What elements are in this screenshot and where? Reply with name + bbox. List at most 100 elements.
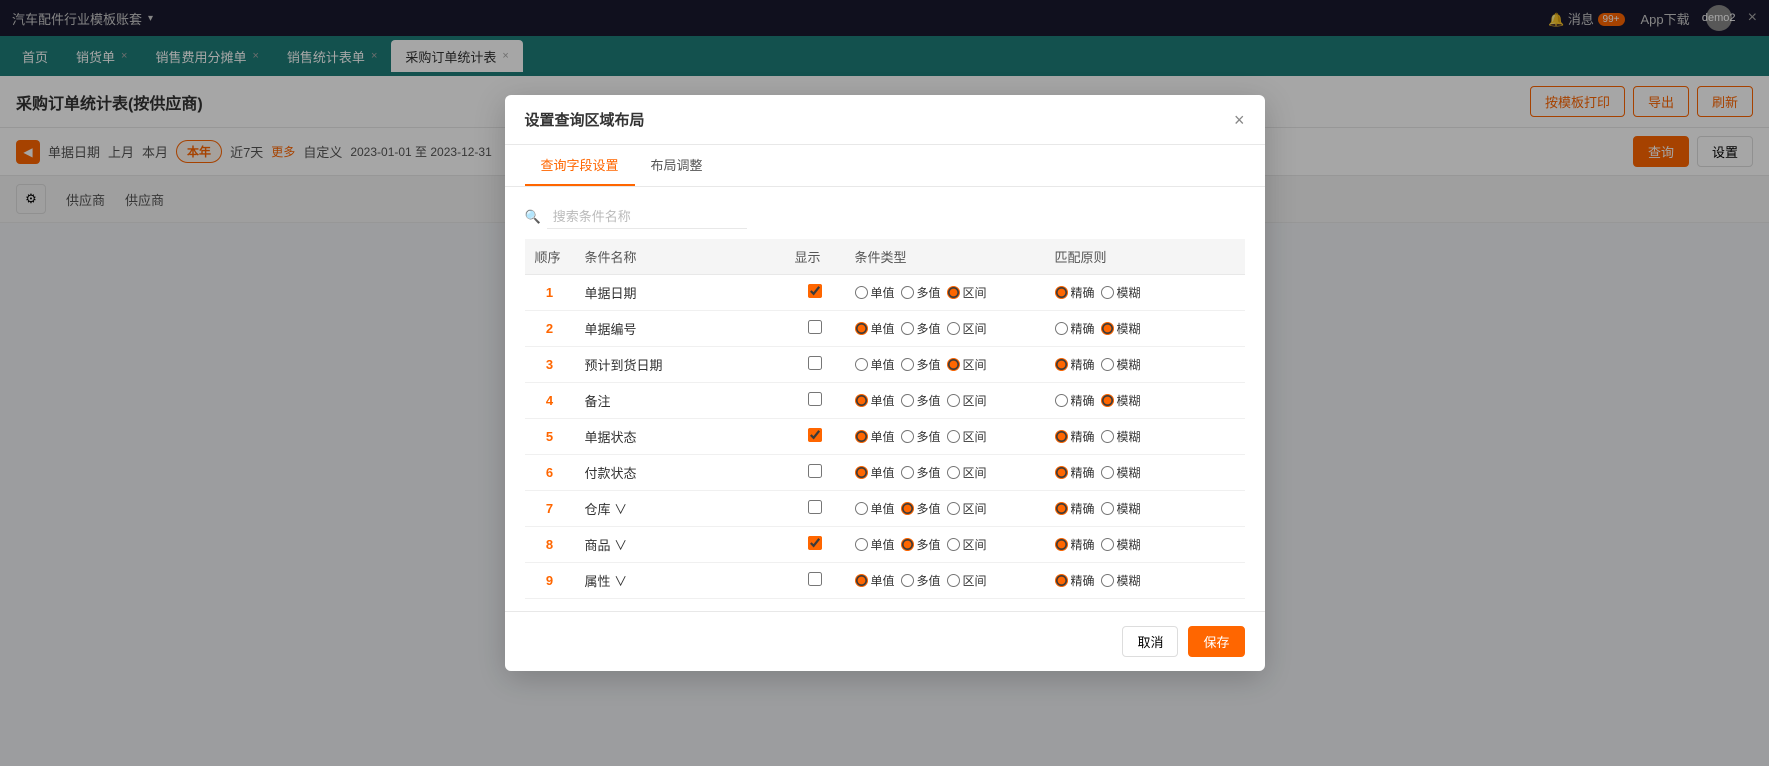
display-checkbox[interactable] <box>808 428 822 442</box>
row-match: 精确模糊 <box>1045 599 1245 600</box>
modal: 设置查询区域布局 × 查询字段设置 布局调整 🔍 <box>505 95 1265 671</box>
match-radio-match_exact[interactable]: 精确 <box>1055 320 1095 337</box>
row-display <box>785 275 845 311</box>
th-type: 条件类型 <box>845 239 1045 275</box>
match-radio-match_fuzzy[interactable]: 模糊 <box>1101 356 1141 373</box>
match-radio-match_exact[interactable]: 精确 <box>1055 500 1095 517</box>
table-row: 10有无商品图片单值多值区间精确模糊 <box>525 599 1245 600</box>
modal-title: 设置查询区域布局 <box>525 109 645 130</box>
type-radio-type_range[interactable]: 区间 <box>947 392 987 409</box>
match-radio-match_fuzzy[interactable]: 模糊 <box>1101 392 1141 409</box>
search-input[interactable] <box>547 205 747 229</box>
row-display <box>785 311 845 347</box>
modal-header: 设置查询区域布局 × <box>505 95 1265 145</box>
match-radio-match_exact[interactable]: 精确 <box>1055 284 1095 301</box>
modal-tab-layout[interactable]: 布局调整 <box>635 145 719 186</box>
type-radio-type_single[interactable]: 单值 <box>855 284 895 301</box>
table-row: 9属性 ∨单值多值区间精确模糊 <box>525 563 1245 599</box>
type-radio-type_multi[interactable]: 多值 <box>901 428 941 445</box>
display-checkbox[interactable] <box>808 392 822 406</box>
row-match: 精确模糊 <box>1045 419 1245 455</box>
table-row: 6付款状态单值多值区间精确模糊 <box>525 455 1245 491</box>
conditions-table-wrap: 顺序 条件名称 显示 条件类型 匹配原则 1单据日期单值多值区间精确模糊2单据编… <box>525 239 1245 599</box>
row-name: 预计到货日期 <box>575 347 785 383</box>
match-radio-match_fuzzy[interactable]: 模糊 <box>1101 464 1141 481</box>
type-radio-type_multi[interactable]: 多值 <box>901 500 941 517</box>
modal-close-button[interactable]: × <box>1234 111 1245 129</box>
row-order: 2 <box>525 311 575 347</box>
match-radio-match_fuzzy[interactable]: 模糊 <box>1101 536 1141 553</box>
match-radio-match_fuzzy[interactable]: 模糊 <box>1101 284 1141 301</box>
row-name: 备注 <box>575 383 785 419</box>
type-radio-type_single[interactable]: 单值 <box>855 320 895 337</box>
type-radio-type_multi[interactable]: 多值 <box>901 392 941 409</box>
type-radio-type_range[interactable]: 区间 <box>947 356 987 373</box>
match-radio-match_fuzzy[interactable]: 模糊 <box>1101 572 1141 589</box>
display-checkbox[interactable] <box>808 536 822 550</box>
display-checkbox[interactable] <box>808 464 822 478</box>
table-row: 3预计到货日期单值多值区间精确模糊 <box>525 347 1245 383</box>
type-radio-type_multi[interactable]: 多值 <box>901 284 941 301</box>
match-radio-match_exact[interactable]: 精确 <box>1055 356 1095 373</box>
type-radio-type_range[interactable]: 区间 <box>947 500 987 517</box>
type-radio-type_multi[interactable]: 多值 <box>901 572 941 589</box>
display-checkbox[interactable] <box>808 320 822 334</box>
display-checkbox[interactable] <box>808 284 822 298</box>
row-type: 单值多值区间 <box>845 491 1045 527</box>
display-checkbox[interactable] <box>808 572 822 586</box>
cancel-button[interactable]: 取消 <box>1122 626 1178 657</box>
row-type: 单值多值区间 <box>845 383 1045 419</box>
match-radio-match_exact[interactable]: 精确 <box>1055 572 1095 589</box>
row-match: 精确模糊 <box>1045 311 1245 347</box>
row-type: 单值多值区间 <box>845 347 1045 383</box>
type-radio-type_range[interactable]: 区间 <box>947 320 987 337</box>
row-type: 单值多值区间 <box>845 455 1045 491</box>
row-type: 单值多值区间 <box>845 419 1045 455</box>
save-button[interactable]: 保存 <box>1188 626 1244 657</box>
display-checkbox[interactable] <box>808 356 822 370</box>
display-checkbox[interactable] <box>808 500 822 514</box>
row-display <box>785 383 845 419</box>
modal-body: 🔍 顺序 条件名称 显示 条件类型 匹配原则 <box>505 187 1265 611</box>
conditions-table-body: 1单据日期单值多值区间精确模糊2单据编号单值多值区间精确模糊3预计到货日期单值多… <box>525 275 1245 600</box>
match-radio-match_exact[interactable]: 精确 <box>1055 428 1095 445</box>
type-radio-type_range[interactable]: 区间 <box>947 428 987 445</box>
type-radio-type_single[interactable]: 单值 <box>855 464 895 481</box>
type-radio-type_single[interactable]: 单值 <box>855 536 895 553</box>
row-name: 有无商品图片 <box>575 599 785 600</box>
type-radio-type_multi[interactable]: 多值 <box>901 356 941 373</box>
type-radio-type_single[interactable]: 单值 <box>855 500 895 517</box>
row-order: 5 <box>525 419 575 455</box>
row-type: 单值多值区间 <box>845 311 1045 347</box>
match-radio-match_fuzzy[interactable]: 模糊 <box>1101 500 1141 517</box>
type-radio-type_single[interactable]: 单值 <box>855 392 895 409</box>
row-order: 10 <box>525 599 575 600</box>
modal-tab-fields[interactable]: 查询字段设置 <box>525 145 635 186</box>
match-radio-match_exact[interactable]: 精确 <box>1055 536 1095 553</box>
type-radio-type_range[interactable]: 区间 <box>947 464 987 481</box>
match-radio-match_exact[interactable]: 精确 <box>1055 464 1095 481</box>
match-radio-match_fuzzy[interactable]: 模糊 <box>1101 320 1141 337</box>
th-display: 显示 <box>785 239 845 275</box>
type-radio-type_multi[interactable]: 多值 <box>901 536 941 553</box>
table-row: 7仓库 ∨单值多值区间精确模糊 <box>525 491 1245 527</box>
type-radio-type_single[interactable]: 单值 <box>855 356 895 373</box>
type-radio-type_range[interactable]: 区间 <box>947 284 987 301</box>
row-type: 单值多值区间 <box>845 275 1045 311</box>
row-order: 1 <box>525 275 575 311</box>
type-radio-type_multi[interactable]: 多值 <box>901 464 941 481</box>
type-radio-type_range[interactable]: 区间 <box>947 572 987 589</box>
row-name: 付款状态 <box>575 455 785 491</box>
search-icon: 🔍 <box>525 209 541 225</box>
type-radio-type_range[interactable]: 区间 <box>947 536 987 553</box>
type-radio-type_multi[interactable]: 多值 <box>901 320 941 337</box>
type-radio-type_single[interactable]: 单值 <box>855 572 895 589</box>
row-display <box>785 347 845 383</box>
modal-overlay: 设置查询区域布局 × 查询字段设置 布局调整 🔍 <box>0 0 1769 766</box>
type-radio-type_single[interactable]: 单值 <box>855 428 895 445</box>
match-radio-match_fuzzy[interactable]: 模糊 <box>1101 428 1141 445</box>
row-order: 4 <box>525 383 575 419</box>
modal-footer: 取消 保存 <box>505 611 1265 671</box>
th-name: 条件名称 <box>575 239 785 275</box>
match-radio-match_exact[interactable]: 精确 <box>1055 392 1095 409</box>
